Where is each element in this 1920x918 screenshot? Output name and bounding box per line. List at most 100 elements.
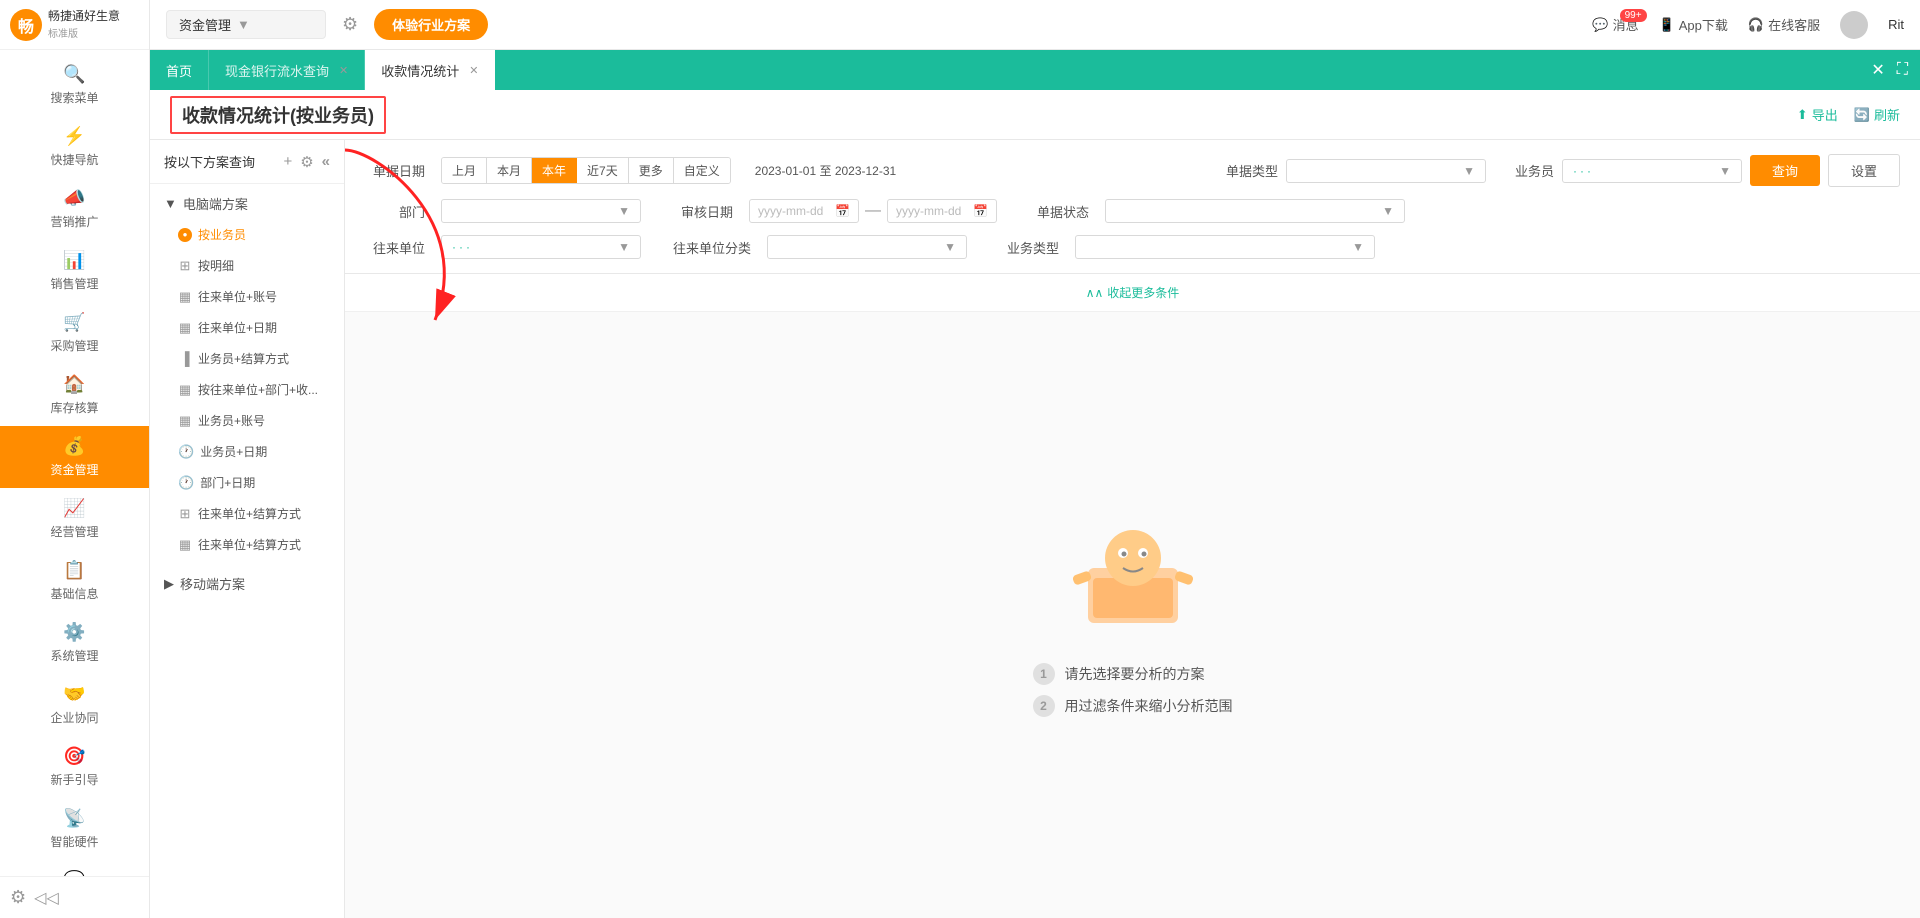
scheme-item-label: 部门+日期 bbox=[200, 474, 255, 491]
scheme-item-label: 按业务员 bbox=[198, 226, 246, 243]
tab-home[interactable]: 首页 bbox=[150, 50, 209, 90]
tab-bank-close-icon[interactable]: ✕ bbox=[339, 64, 348, 77]
dept-select[interactable]: ▼ bbox=[441, 199, 641, 223]
sidebar-item-system[interactable]: ⚙️ 系统管理 bbox=[0, 612, 149, 674]
sidebar-item-label: 采购管理 bbox=[50, 337, 98, 354]
filter-row-3: 往来单位 ··· ▼ 往来单位分类 ▼ 业务类型 ▼ bbox=[365, 235, 1900, 259]
scheme-item-partner-date[interactable]: ▦ 往来单位+日期 bbox=[150, 312, 344, 343]
basic-icon: 📋 bbox=[63, 560, 85, 581]
scheme-item-partner-settlement1[interactable]: ⊞ 往来单位+结算方式 bbox=[150, 498, 344, 529]
sidebar-item-wechat[interactable]: 💬 企业微信 bbox=[0, 860, 149, 876]
date-tab-this-month[interactable]: 本月 bbox=[487, 158, 532, 183]
sidebar-item-enterprise[interactable]: 🤝 企业协同 bbox=[0, 674, 149, 736]
date-tab-last-month[interactable]: 上月 bbox=[442, 158, 487, 183]
table-icon: ▦ bbox=[178, 289, 192, 305]
chevron-down-icon: ▼ bbox=[164, 196, 177, 211]
add-scheme-button[interactable]: + bbox=[283, 153, 292, 170]
query-button[interactable]: 查询 bbox=[1750, 155, 1820, 186]
topbar-gear-icon[interactable]: ⚙ bbox=[342, 14, 358, 35]
tab-receipt-close-icon[interactable]: ✕ bbox=[469, 64, 478, 77]
desktop-group-header[interactable]: ▼ 电脑端方案 bbox=[150, 188, 344, 219]
audit-date-start-input[interactable]: yyyy-mm-dd 📅 bbox=[749, 199, 859, 223]
date-tab-last7[interactable]: 近7天 bbox=[577, 158, 629, 183]
main-content: 资金管理 ▼ ⚙ 体验行业方案 💬 消息 99+ 📱 App下载 🎧 在线客服 … bbox=[150, 0, 1920, 918]
audit-date-end-input[interactable]: yyyy-mm-dd 📅 bbox=[887, 199, 997, 223]
trial-button[interactable]: 体验行业方案 bbox=[374, 9, 488, 40]
topbar-right: 💬 消息 99+ 📱 App下载 🎧 在线客服 Rit bbox=[1592, 11, 1904, 39]
date-tab-custom[interactable]: 自定义 bbox=[674, 158, 730, 183]
newbie-icon: 🎯 bbox=[63, 746, 85, 767]
warehouse-icon: 🏠 bbox=[63, 374, 85, 395]
empty-illustration bbox=[1073, 513, 1193, 633]
salesperson-select[interactable]: ··· ▼ bbox=[1562, 159, 1742, 183]
tab-bank[interactable]: 现金银行流水查询 ✕ bbox=[209, 50, 365, 90]
message-button[interactable]: 💬 消息 99+ bbox=[1592, 15, 1638, 34]
tabbar-close-icon[interactable]: ✕ bbox=[1871, 60, 1884, 80]
scheme-item-partner-dept-receipt[interactable]: ▦ 按往来单位+部门+收... bbox=[150, 374, 344, 405]
step-1-number: 1 bbox=[1033, 663, 1055, 685]
sidebar-item-newbie[interactable]: 🎯 新手引导 bbox=[0, 736, 149, 798]
enterprise-icon: 🤝 bbox=[63, 684, 85, 705]
right-panel: 单据日期 上月 本月 本年 近7天 更多 自定义 2023-01-01 至 20… bbox=[345, 140, 1920, 918]
scheme-item-label: 往来单位+结算方式 bbox=[198, 505, 301, 522]
sidebar-item-purchase[interactable]: 🛒 采购管理 bbox=[0, 302, 149, 364]
partner-category-select[interactable]: ▼ bbox=[767, 235, 967, 259]
filter-settings-button[interactable]: 设置 bbox=[1828, 154, 1900, 187]
sidebar-item-management[interactable]: 📈 经营管理 bbox=[0, 488, 149, 550]
refresh-button[interactable]: 🔄 刷新 bbox=[1854, 105, 1900, 124]
collapse-label: 收起更多条件 bbox=[1107, 284, 1179, 301]
content-area: 按以下方案查询 + ⚙ « ▼ 电脑端方案 ● 按业务员 ⊞ bbox=[150, 140, 1920, 918]
tab-receipt[interactable]: 收款情况统计 ✕ bbox=[365, 50, 495, 90]
sidebar-item-basic[interactable]: 📋 基础信息 bbox=[0, 550, 149, 612]
clock-icon-2: 🕐 bbox=[178, 475, 194, 491]
management-icon: 📈 bbox=[63, 498, 85, 519]
scheme-item-label: 按往来单位+部门+收... bbox=[198, 381, 318, 398]
sidebar-item-shortcut[interactable]: ⚡ 快捷导航 bbox=[0, 116, 149, 178]
grid-icon: ⊞ bbox=[178, 258, 192, 274]
scheme-item-label: 业务员+日期 bbox=[200, 443, 267, 460]
sidebar-item-warehouse[interactable]: 🏠 库存核算 bbox=[0, 364, 149, 426]
sidebar-item-hardware[interactable]: 📡 智能硬件 bbox=[0, 798, 149, 860]
scheme-item-by-detail[interactable]: ⊞ 按明细 bbox=[150, 250, 344, 281]
sidebar-item-search[interactable]: 🔍 搜索菜单 bbox=[0, 54, 149, 116]
scheme-item-by-salesperson[interactable]: ● 按业务员 bbox=[150, 219, 344, 250]
panel-collapse-button[interactable]: « bbox=[322, 153, 330, 170]
online-service-button[interactable]: 🎧 在线客服 bbox=[1748, 15, 1820, 34]
page-header-actions: ⬆ 导出 🔄 刷新 bbox=[1797, 105, 1900, 124]
tabbar-expand-icon[interactable]: ⛶ bbox=[1897, 61, 1908, 79]
collapse-bar[interactable]: ∧∧ 收起更多条件 bbox=[345, 274, 1920, 312]
audit-date-label: 审核日期 bbox=[673, 202, 733, 221]
sidebar-item-label: 销售管理 bbox=[50, 275, 98, 292]
active-scheme-dot: ● bbox=[178, 228, 192, 242]
desktop-scheme-group: ▼ 电脑端方案 ● 按业务员 ⊞ 按明细 ▦ 往来单位+账号 ▦ 往 bbox=[150, 184, 344, 564]
scheme-item-partner-account[interactable]: ▦ 往来单位+账号 bbox=[150, 281, 344, 312]
doc-type-select[interactable]: ▼ bbox=[1286, 159, 1486, 183]
scheme-item-salesperson-account[interactable]: ▦ 业务员+账号 bbox=[150, 405, 344, 436]
sidebar-item-label: 库存核算 bbox=[50, 399, 98, 416]
scheme-item-partner-settlement2[interactable]: ▦ 往来单位+结算方式 bbox=[150, 529, 344, 560]
date-tab-more[interactable]: 更多 bbox=[629, 158, 674, 183]
doc-status-select[interactable]: ▼ bbox=[1105, 199, 1405, 223]
sidebar-collapse-button[interactable]: ◁◁ bbox=[34, 888, 59, 908]
sidebar-item-label: 企业协同 bbox=[50, 709, 98, 726]
partner-select[interactable]: ··· ▼ bbox=[441, 235, 641, 259]
user-avatar[interactable] bbox=[1840, 11, 1868, 39]
scheme-item-salesperson-settlement[interactable]: ▐ 业务员+结算方式 bbox=[150, 343, 344, 374]
sidebar-item-finance[interactable]: 💰 资金管理 bbox=[0, 426, 149, 488]
audit-date-range: yyyy-mm-dd 📅 — yyyy-mm-dd 📅 bbox=[749, 199, 997, 223]
breadcrumb[interactable]: 资金管理 ▼ bbox=[166, 10, 326, 39]
scheme-item-salesperson-date[interactable]: 🕐 业务员+日期 bbox=[150, 436, 344, 467]
sidebar-item-marketing[interactable]: 📣 营销推广 bbox=[0, 178, 149, 240]
user-name: Rit bbox=[1888, 17, 1904, 32]
export-button[interactable]: ⬆ 导出 bbox=[1797, 105, 1838, 124]
scheme-item-dept-date[interactable]: 🕐 部门+日期 bbox=[150, 467, 344, 498]
date-tab-this-year[interactable]: 本年 bbox=[532, 158, 577, 183]
sidebar-item-sales[interactable]: 📊 销售管理 bbox=[0, 240, 149, 302]
scheme-settings-button[interactable]: ⚙ bbox=[300, 153, 313, 171]
sidebar-settings-button[interactable]: ⚙ bbox=[10, 887, 26, 908]
app-download-button[interactable]: 📱 App下载 bbox=[1659, 15, 1728, 34]
audit-date-end-text: yyyy-mm-dd bbox=[896, 204, 961, 218]
biz-type-select[interactable]: ▼ bbox=[1075, 235, 1375, 259]
service-icon: 🎧 bbox=[1748, 17, 1764, 33]
mobile-group-header[interactable]: ▶ 移动端方案 bbox=[150, 568, 344, 599]
